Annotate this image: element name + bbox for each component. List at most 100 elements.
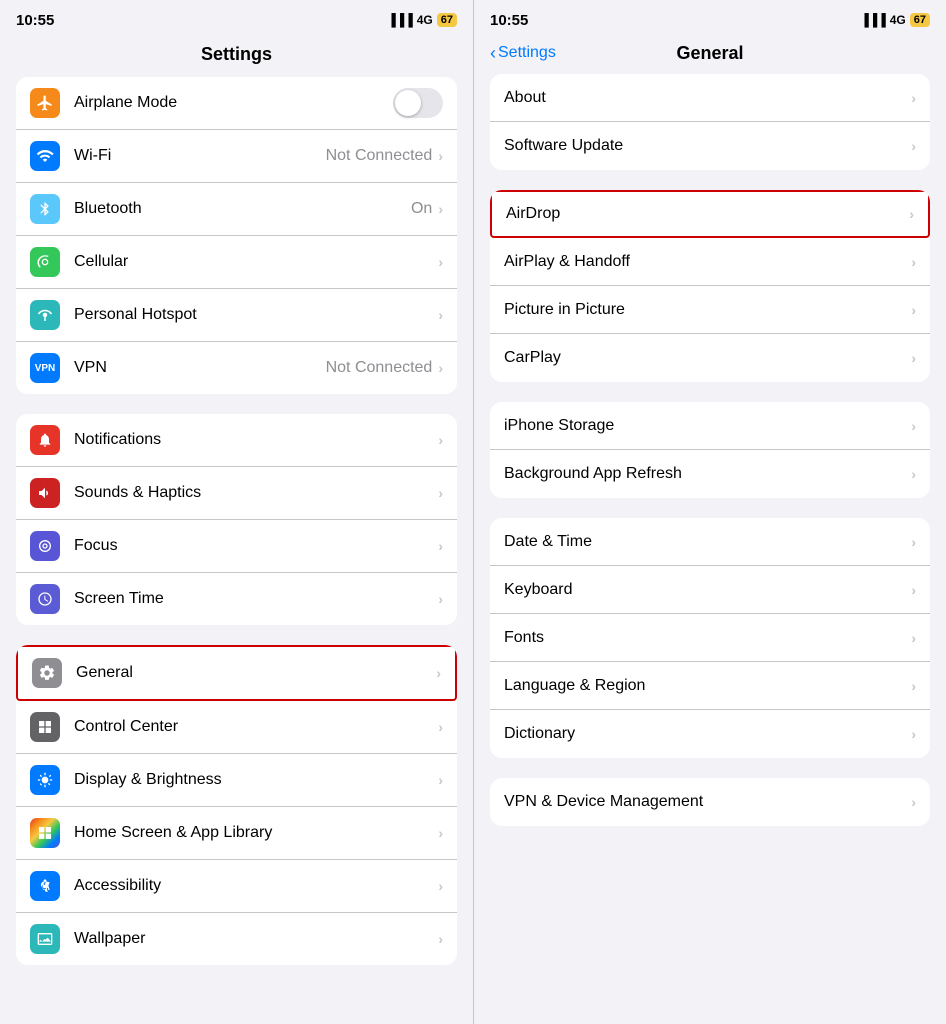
vpn-chevron: › [438,360,443,376]
row-hotspot[interactable]: Personal Hotspot › [16,289,457,342]
wifi-value: Not Connected [326,147,433,165]
bluetooth-chevron: › [438,201,443,217]
row-date-time[interactable]: Date & Time › [490,518,930,566]
home-screen-icon [30,818,60,848]
display-chevron: › [438,772,443,788]
wallpaper-label: Wallpaper [74,930,438,948]
row-carplay[interactable]: CarPlay › [490,334,930,382]
row-airplay[interactable]: AirPlay & Handoff › [490,238,930,286]
fonts-chevron: › [911,630,916,646]
hotspot-label: Personal Hotspot [74,306,438,324]
time-left: 10:55 [16,12,54,29]
focus-icon [30,531,60,561]
status-icons-left: ▐▐▐ 4G 67 [387,13,457,27]
screen-time-chevron: › [438,591,443,607]
bluetooth-icon [30,194,60,224]
row-home-screen[interactable]: Home Screen & App Library › [16,807,457,860]
airplay-label: AirPlay & Handoff [504,253,911,271]
general-nav: ‹ Settings General [474,36,946,74]
iphone-storage-label: iPhone Storage [504,417,911,435]
carplay-chevron: › [911,350,916,366]
row-focus[interactable]: Focus › [16,520,457,573]
notifications-chevron: › [438,432,443,448]
back-chevron-icon: ‹ [490,44,496,62]
row-language-region[interactable]: Language & Region › [490,662,930,710]
row-cellular[interactable]: Cellular › [16,236,457,289]
wifi-chevron: › [438,148,443,164]
sounds-label: Sounds & Haptics [74,484,438,502]
row-vpn[interactable]: VPN VPN Not Connected › [16,342,457,394]
vpn-icon: VPN [30,353,60,383]
signal-icon-left: ▐▐▐ [387,13,413,27]
software-update-label: Software Update [504,137,911,155]
hotspot-chevron: › [438,307,443,323]
group-vpn-mgmt: VPN & Device Management › [490,778,930,826]
network-type-left: 4G [417,13,433,27]
network-type-right: 4G [890,13,906,27]
signal-icon-right: ▐▐▐ [860,13,886,27]
vpn-label: VPN [74,359,326,377]
general-icon [32,658,62,688]
general-title: General [676,43,743,64]
row-airplane-mode[interactable]: Airplane Mode [16,77,457,130]
accessibility-icon [30,871,60,901]
screen-time-icon [30,584,60,614]
row-vpn-device-mgmt[interactable]: VPN & Device Management › [490,778,930,826]
dictionary-chevron: › [911,726,916,742]
row-wifi[interactable]: Wi-Fi Not Connected › [16,130,457,183]
sounds-icon [30,478,60,508]
row-fonts[interactable]: Fonts › [490,614,930,662]
row-sounds[interactable]: Sounds & Haptics › [16,467,457,520]
control-center-label: Control Center [74,718,438,736]
cellular-icon [30,247,60,277]
vpn-value: Not Connected [326,359,433,377]
notifications-label: Notifications [74,431,438,449]
row-general[interactable]: General › [16,645,457,701]
wallpaper-chevron: › [438,931,443,947]
row-about[interactable]: About › [490,74,930,122]
row-airdrop[interactable]: AirDrop › [490,190,930,238]
sounds-chevron: › [438,485,443,501]
airdrop-label: AirDrop [506,205,909,223]
row-screen-time[interactable]: Screen Time › [16,573,457,625]
pip-chevron: › [911,302,916,318]
row-picture-in-picture[interactable]: Picture in Picture › [490,286,930,334]
row-display[interactable]: Display & Brightness › [16,754,457,807]
status-icons-right: ▐▐▐ 4G 67 [860,13,930,27]
row-bluetooth[interactable]: Bluetooth On › [16,183,457,236]
home-screen-chevron: › [438,825,443,841]
iphone-storage-chevron: › [911,418,916,434]
wallpaper-icon [30,924,60,954]
settings-list-right: About › Software Update › AirDrop › AirP… [474,74,946,1024]
airplay-chevron: › [911,254,916,270]
accessibility-label: Accessibility [74,877,438,895]
software-update-chevron: › [911,138,916,154]
language-region-chevron: › [911,678,916,694]
battery-left: 67 [437,13,457,27]
airplane-toggle[interactable] [393,88,443,118]
group-connectivity: Airplane Mode Wi-Fi Not Connected › [16,77,457,394]
display-label: Display & Brightness [74,771,438,789]
accessibility-chevron: › [438,878,443,894]
row-iphone-storage[interactable]: iPhone Storage › [490,402,930,450]
language-region-label: Language & Region [504,677,911,695]
control-center-icon [30,712,60,742]
row-dictionary[interactable]: Dictionary › [490,710,930,758]
keyboard-label: Keyboard [504,581,911,599]
row-control-center[interactable]: Control Center › [16,701,457,754]
hotspot-icon [30,300,60,330]
notifications-icon [30,425,60,455]
date-time-label: Date & Time [504,533,911,551]
row-software-update[interactable]: Software Update › [490,122,930,170]
row-background-refresh[interactable]: Background App Refresh › [490,450,930,498]
time-right: 10:55 [490,12,528,29]
about-label: About [504,89,911,107]
row-keyboard[interactable]: Keyboard › [490,566,930,614]
fonts-label: Fonts [504,629,911,647]
bluetooth-value: On [411,200,432,218]
row-accessibility[interactable]: Accessibility › [16,860,457,913]
row-wallpaper[interactable]: Wallpaper › [16,913,457,965]
back-button[interactable]: ‹ Settings [490,44,556,62]
row-notifications[interactable]: Notifications › [16,414,457,467]
vpn-device-mgmt-chevron: › [911,794,916,810]
